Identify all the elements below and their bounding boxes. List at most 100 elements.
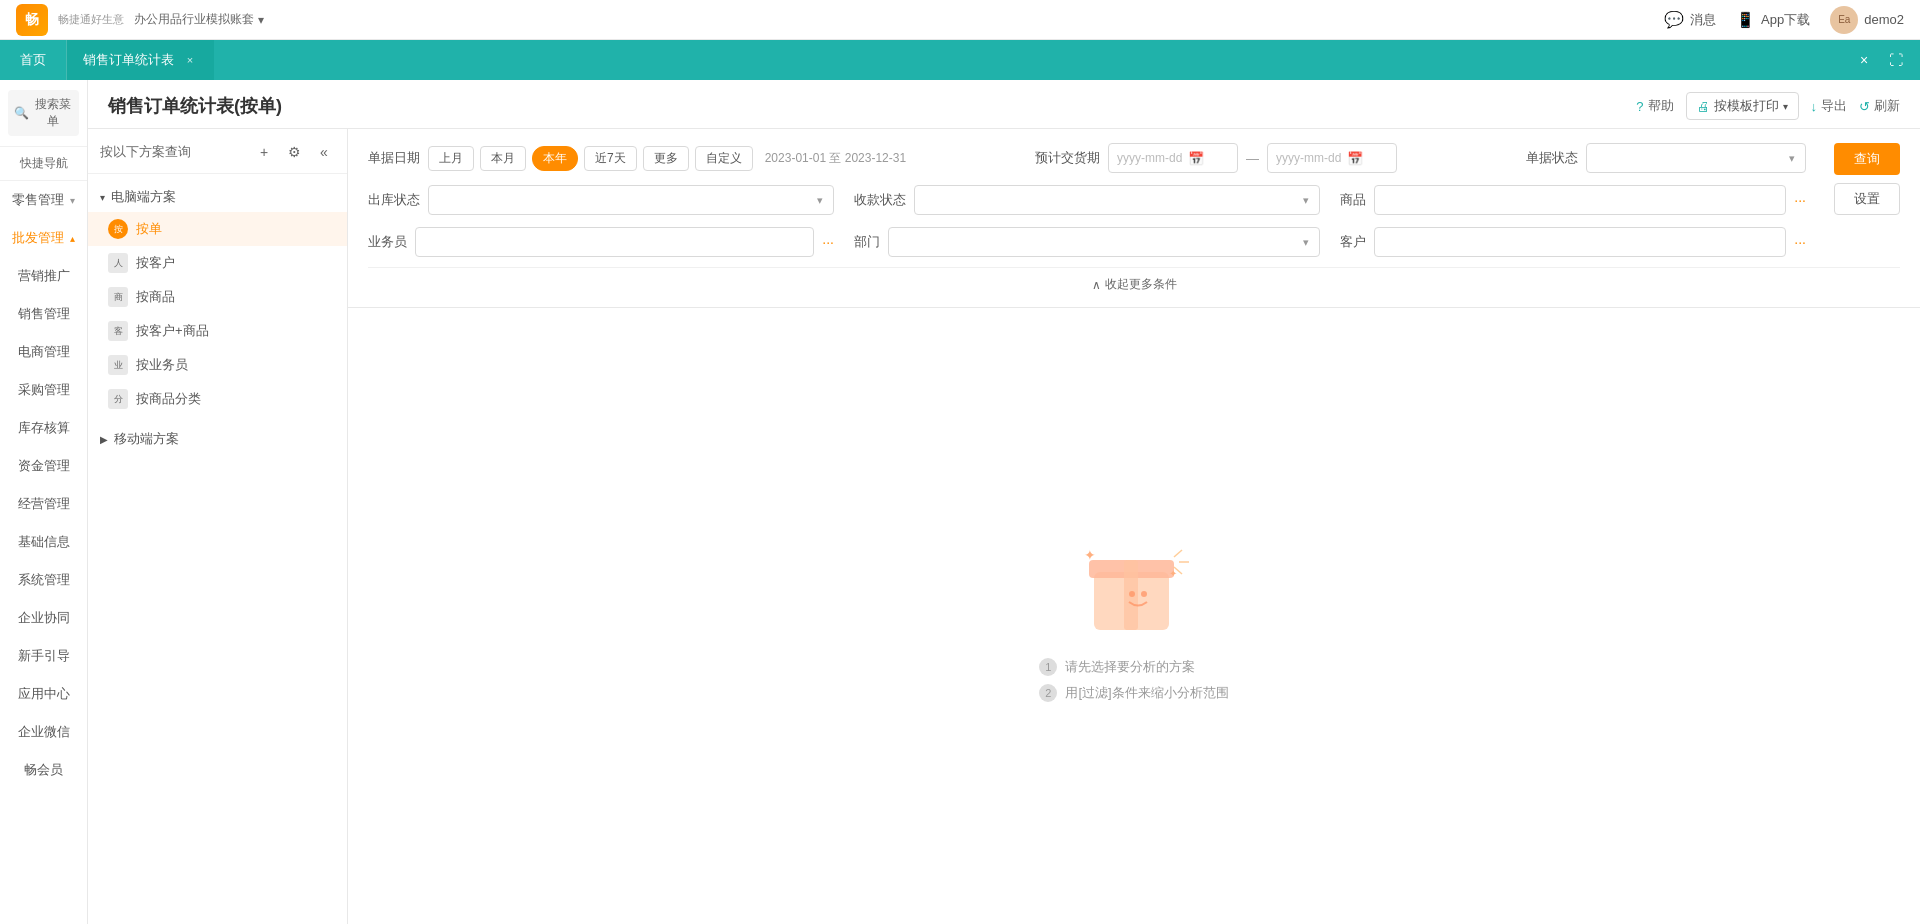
scheme-by-goods[interactable]: 商 按商品 <box>88 280 347 314</box>
content-with-sidebar: 按以下方案查询 + ⚙ « ▾ 电脑端方案 按 <box>88 129 1920 924</box>
sidebar-item-wholesale[interactable]: 批发管理 ▴ <box>0 219 87 257</box>
tab-bar: 首页 销售订单统计表 × × ⛶ <box>0 40 1920 80</box>
template-print-btn[interactable]: 🖨 按模板打印 ▾ <box>1686 92 1799 120</box>
date-btn-lastmonth[interactable]: 上月 <box>428 146 474 171</box>
staff-dots-btn[interactable]: ··· <box>822 234 834 250</box>
sidebar-item-marketing[interactable]: 营销推广 <box>0 257 87 295</box>
customer-input[interactable] <box>1374 227 1786 257</box>
scheme-settings-btn[interactable]: ⚙ <box>283 141 305 163</box>
sidebar-item-basic[interactable]: 基础信息 <box>0 523 87 561</box>
username: demo2 <box>1864 12 1904 27</box>
scheme-by-order[interactable]: 按 按单 <box>88 212 347 246</box>
user-profile[interactable]: Ea demo2 <box>1830 6 1904 34</box>
scheme-by-staff[interactable]: 业 按业务员 <box>88 348 347 382</box>
goods-dots-btn[interactable]: ··· <box>1794 192 1806 208</box>
date-btn-7days[interactable]: 近7天 <box>584 146 637 171</box>
sidebar-item-purchase[interactable]: 采购管理 <box>0 371 87 409</box>
goods-input[interactable] <box>1374 185 1786 215</box>
sidebar-item-apps[interactable]: 应用中心 <box>0 675 87 713</box>
payment-status-select[interactable]: ▾ <box>914 185 1320 215</box>
platform-dropdown[interactable]: 办公用品行业模拟账套 ▾ <box>134 11 264 28</box>
collapse-panel-btn[interactable]: « <box>313 141 335 163</box>
date-btn-group: 上月 本月 本年 近7天 更多 自定义 <box>428 146 753 171</box>
sidebar-item-system[interactable]: 系统管理 <box>0 561 87 599</box>
platform-arrow: ▾ <box>258 13 264 27</box>
collapse-btn[interactable]: ∧ 收起更多条件 <box>1092 276 1177 293</box>
wholesale-label: 批发管理 <box>12 229 64 247</box>
search-btn[interactable]: 查询 <box>1834 143 1900 175</box>
add-scheme-btn[interactable]: + <box>253 141 275 163</box>
export-label: 导出 <box>1821 97 1847 115</box>
scheme-by-customer[interactable]: 人 按客户 <box>88 246 347 280</box>
avatar: Ea <box>1830 6 1858 34</box>
mobile-section[interactable]: ▶ 移动端方案 <box>88 424 347 454</box>
out-status-label: 出库状态 <box>368 191 420 209</box>
app-download-btn[interactable]: 📱 App下载 <box>1736 11 1810 29</box>
page-header-actions: ? 帮助 🖨 按模板打印 ▾ ↓ 导出 ↺ 刷新 <box>1636 92 1900 120</box>
maximize-icon: ⛶ <box>1889 52 1903 68</box>
sidebar-search-section: 🔍 搜索菜单 <box>0 80 87 147</box>
help-btn[interactable]: ? 帮助 <box>1636 97 1673 115</box>
date-btn-more[interactable]: 更多 <box>643 146 689 171</box>
expected-date-start[interactable]: yyyy-mm-dd 📅 <box>1108 143 1238 173</box>
left-panel: 按以下方案查询 + ⚙ « ▾ 电脑端方案 按 <box>88 129 348 924</box>
out-status-select[interactable]: ▾ <box>428 185 834 215</box>
sidebar-item-wechat[interactable]: 企业微信 <box>0 713 87 751</box>
finance-label: 资金管理 <box>18 457 70 475</box>
tab-minimize-btn[interactable]: × <box>1852 48 1876 72</box>
svg-point-6 <box>1141 591 1147 597</box>
tab-home[interactable]: 首页 <box>0 40 66 80</box>
expected-end-placeholder: yyyy-mm-dd <box>1276 151 1341 165</box>
sidebar-item-guide[interactable]: 新手引导 <box>0 637 87 675</box>
template-print-label: 按模板打印 <box>1714 97 1779 115</box>
left-panel-title: 按以下方案查询 <box>100 143 191 161</box>
settings-btn[interactable]: 设置 <box>1834 183 1900 215</box>
basic-label: 基础信息 <box>18 533 70 551</box>
data-area: ✦ ✦ <box>348 308 1920 924</box>
scheme-by-goods-category[interactable]: 分 按商品分类 <box>88 382 347 416</box>
status-chevron: ▾ <box>1789 152 1795 165</box>
sidebar-item-enterprise[interactable]: 企业协同 <box>0 599 87 637</box>
goods-item: 商品 ··· <box>1340 185 1806 215</box>
payment-status-item: 收款状态 ▾ <box>854 185 1320 215</box>
message-btn[interactable]: 💬 消息 <box>1664 10 1716 29</box>
guide-label: 新手引导 <box>18 647 70 665</box>
sidebar-item-operations[interactable]: 经营管理 <box>0 485 87 523</box>
dept-select[interactable]: ▾ <box>888 227 1320 257</box>
pc-section[interactable]: ▾ 电脑端方案 <box>88 182 347 212</box>
sidebar-item-member[interactable]: 畅会员 <box>0 751 87 789</box>
expected-date-label: 预计交货期 <box>1035 149 1100 167</box>
tab-close-btn[interactable]: × <box>182 52 198 68</box>
sidebar-item-inventory[interactable]: 库存核算 <box>0 409 87 447</box>
sidebar-item-ecommerce[interactable]: 电商管理 <box>0 333 87 371</box>
date-btn-thisyear[interactable]: 本年 <box>532 146 578 171</box>
sidebar-item-shortcuts[interactable]: 快捷导航 <box>0 147 87 181</box>
customer-dots-btn[interactable]: ··· <box>1794 234 1806 250</box>
tab-active[interactable]: 销售订单统计表 × <box>66 40 214 80</box>
ecommerce-label: 电商管理 <box>18 343 70 361</box>
tab-maximize-btn[interactable]: ⛶ <box>1884 48 1908 72</box>
wechat-label: 企业微信 <box>18 723 70 741</box>
sidebar-item-retail[interactable]: 零售管理 ▾ <box>0 181 87 219</box>
sidebar: 🔍 搜索菜单 快捷导航 零售管理 ▾ 批发管理 ▴ 营销推广 销售管理 电商管理… <box>0 80 88 924</box>
empty-state: ✦ ✦ <box>1039 522 1228 710</box>
date-separator: — <box>1246 151 1259 166</box>
scheme-by-customer-goods[interactable]: 客 按客户+商品 <box>88 314 347 348</box>
scheme-icon-customer: 人 <box>108 253 128 273</box>
app-info: 畅捷通好生意 <box>58 13 124 26</box>
export-btn[interactable]: ↓ 导出 <box>1811 97 1848 115</box>
doc-status-select[interactable]: ▾ <box>1586 143 1806 173</box>
sidebar-item-finance[interactable]: 资金管理 <box>0 447 87 485</box>
date-btn-custom[interactable]: 自定义 <box>695 146 753 171</box>
refresh-btn[interactable]: ↺ 刷新 <box>1859 97 1900 115</box>
out-chevron: ▾ <box>817 194 823 207</box>
system-label: 系统管理 <box>18 571 70 589</box>
scheme-cust-goods-label: 按客户+商品 <box>136 322 209 340</box>
search-menu-btn[interactable]: 🔍 搜索菜单 <box>8 90 79 136</box>
filter-area: 单据日期 上月 本月 本年 近7天 更多 自定义 <box>348 129 1920 308</box>
expected-date-end[interactable]: yyyy-mm-dd 📅 <box>1267 143 1397 173</box>
staff-input[interactable] <box>415 227 814 257</box>
sidebar-item-sales[interactable]: 销售管理 <box>0 295 87 333</box>
empty-tip-1: 1 请先选择要分析的方案 <box>1039 658 1228 676</box>
date-btn-thismonth[interactable]: 本月 <box>480 146 526 171</box>
